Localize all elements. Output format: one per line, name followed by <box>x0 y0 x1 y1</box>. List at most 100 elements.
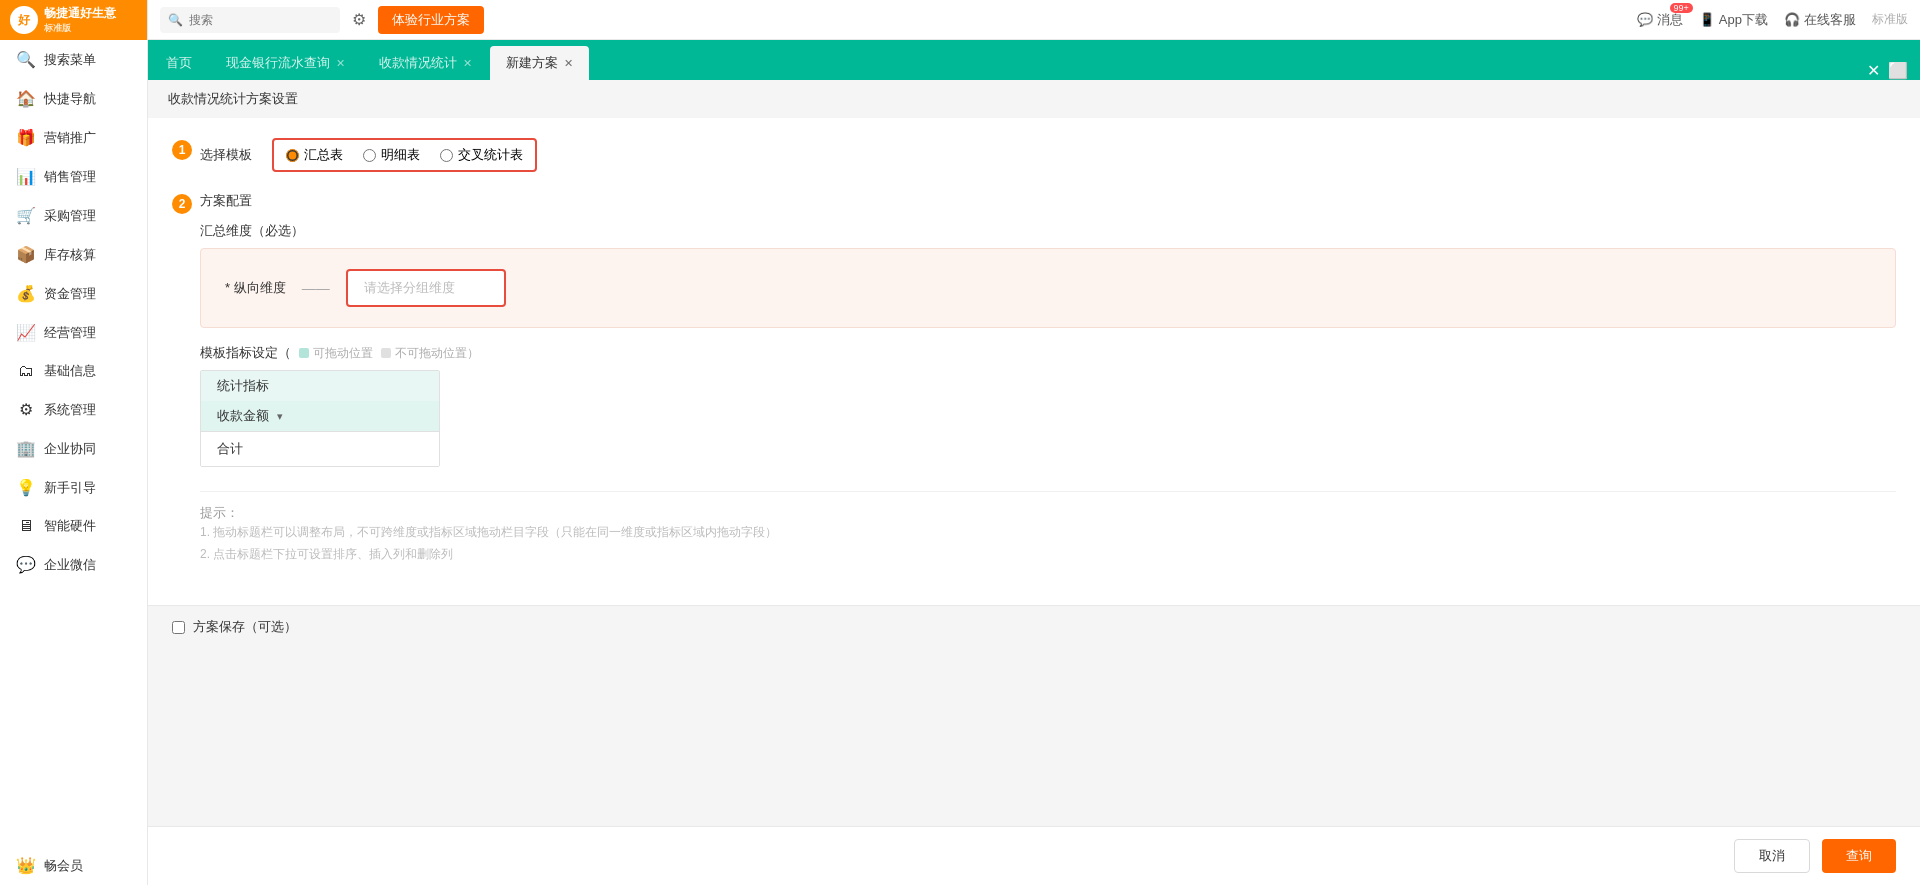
tab-close-receipt[interactable]: ✕ <box>463 57 472 70</box>
sidebar-item-operations[interactable]: 📈 经营管理 <box>0 313 147 352</box>
headset-icon: 🎧 <box>1784 12 1800 27</box>
movable-dot <box>299 348 309 358</box>
option-summary[interactable]: 汇总表 <box>286 146 343 164</box>
step1-content: 选择模板 汇总表 明细表 交叉统计表 <box>200 138 537 172</box>
option-detail[interactable]: 明细表 <box>363 146 420 164</box>
step2-num: 2 <box>172 194 192 214</box>
tab-close-new-plan[interactable]: ✕ <box>564 57 573 70</box>
footer-buttons: 取消 查询 <box>148 826 1920 885</box>
tips-title: 提示： <box>200 505 239 520</box>
search-icon: 🔍 <box>16 50 36 69</box>
download-icon: 📱 <box>1699 12 1715 27</box>
radio-cross[interactable] <box>440 149 453 162</box>
page-title: 收款情况统计方案设置 <box>148 80 1920 118</box>
folder-icon: 🗂 <box>16 362 36 380</box>
sidebar-item-enterprise[interactable]: 🏢 企业协同 <box>0 429 147 468</box>
option-cross[interactable]: 交叉统计表 <box>440 146 523 164</box>
sidebar-item-inventory[interactable]: 📦 库存核算 <box>0 235 147 274</box>
tab-receipt-stats[interactable]: 收款情况统计 ✕ <box>363 46 488 80</box>
step1-num: 1 <box>172 140 192 160</box>
metrics-total-cell: 合计 <box>201 431 439 466</box>
trending-icon: 📈 <box>16 323 36 342</box>
message-icon: 💬 <box>1637 12 1653 27</box>
logo-text: 畅捷通好生意 <box>44 5 116 22</box>
metrics-table-header: 统计指标 <box>201 371 439 401</box>
fixed-dot <box>381 348 391 358</box>
sidebar-logo: 好 畅捷通好生意 标准版 <box>0 0 147 40</box>
dimension-selector[interactable]: 请选择分组维度 <box>346 269 506 307</box>
sidebar-item-basic-info[interactable]: 🗂 基础信息 <box>0 352 147 390</box>
box-icon: 📦 <box>16 245 36 264</box>
topbar-search-icon: 🔍 <box>168 13 183 27</box>
tabs-actions: ✕ ⬜ <box>1855 61 1920 80</box>
dimension-title: 汇总维度（必选） <box>200 222 1896 240</box>
tips-section: 提示： 1. 拖动标题栏可以调整布局，不可跨维度或指标区域拖动栏目字段（只能在同… <box>200 491 1896 565</box>
fixed-indicator: 不可拖动位置） <box>381 345 479 362</box>
main-content: 🔍 ⚙ 体验行业方案 💬 消息 99+ 📱 App下载 🎧 在线客服 标准版 首… <box>148 0 1920 885</box>
building-icon: 🏢 <box>16 439 36 458</box>
chat-icon: 💬 <box>16 555 36 574</box>
query-button[interactable]: 查询 <box>1822 839 1896 873</box>
form-container: 1 选择模板 汇总表 明细表 交叉统 <box>148 118 1920 605</box>
topbar: 🔍 ⚙ 体验行业方案 💬 消息 99+ 📱 App下载 🎧 在线客服 标准版 <box>148 0 1920 40</box>
sidebar-item-quick-nav[interactable]: 🏠 快捷导航 <box>0 79 147 118</box>
vertical-label: * 纵向维度 <box>225 279 286 297</box>
dimension-box: * 纵向维度 —— 请选择分组维度 <box>200 248 1896 328</box>
close-window-icon[interactable]: ✕ <box>1867 61 1880 80</box>
metrics-title: 模板指标设定（ <box>200 344 291 362</box>
step1-label: 选择模板 <box>200 146 252 164</box>
sidebar: 好 畅捷通好生意 标准版 🔍 搜索菜单 🏠 快捷导航 🎁 营销推广 📊 销售管理… <box>0 0 148 885</box>
sidebar-item-search-menu[interactable]: 🔍 搜索菜单 <box>0 40 147 79</box>
industry-btn[interactable]: 体验行业方案 <box>378 6 484 34</box>
sidebar-item-finance[interactable]: 💰 资金管理 <box>0 274 147 313</box>
crown-icon: 👑 <box>16 856 36 875</box>
movable-indicator: 可拖动位置 <box>299 345 373 362</box>
download-link[interactable]: 📱 App下载 <box>1699 11 1768 29</box>
logo-icon: 好 <box>10 6 38 34</box>
sidebar-item-sales[interactable]: 📊 销售管理 <box>0 157 147 196</box>
tab-new-plan[interactable]: 新建方案 ✕ <box>490 46 589 80</box>
settings-icon[interactable]: ⚙ <box>352 10 366 29</box>
radio-detail[interactable] <box>363 149 376 162</box>
step-1: 1 选择模板 汇总表 明细表 交叉统 <box>172 138 1896 172</box>
metrics-dropdown-row[interactable]: 收款金额 ▾ <box>201 401 439 431</box>
tab-bar: 首页 现金银行流水查询 ✕ 收款情况统计 ✕ 新建方案 ✕ ✕ ⬜ <box>148 40 1920 80</box>
radio-summary[interactable] <box>286 149 299 162</box>
topbar-search[interactable]: 🔍 <box>160 7 340 33</box>
metrics-table: 统计指标 收款金额 ▾ 合计 <box>200 370 440 467</box>
sidebar-item-guide[interactable]: 💡 新手引导 <box>0 468 147 507</box>
tab-cashflow[interactable]: 现金银行流水查询 ✕ <box>210 46 361 80</box>
sidebar-item-purchase[interactable]: 🛒 采购管理 <box>0 196 147 235</box>
notification-badge[interactable]: 💬 消息 99+ <box>1637 11 1683 29</box>
sidebar-item-hardware[interactable]: 🖥 智能硬件 <box>0 507 147 545</box>
template-options: 汇总表 明细表 交叉统计表 <box>272 138 537 172</box>
step-2: 2 方案配置 汇总维度（必选） * 纵向维度 —— 请选择分组维度 <box>172 192 1896 565</box>
sidebar-item-wechat[interactable]: 💬 企业微信 <box>0 545 147 584</box>
logo-tag: 标准版 <box>44 22 116 35</box>
metrics-hint-row: 模板指标设定（ 可拖动位置 不可拖动位置） <box>200 344 1896 362</box>
dimension-config: 汇总维度（必选） * 纵向维度 —— 请选择分组维度 <box>200 222 1896 565</box>
cancel-button[interactable]: 取消 <box>1734 839 1810 873</box>
user-name: 标准版 <box>1872 11 1908 28</box>
metrics-section: 模板指标设定（ 可拖动位置 不可拖动位置） <box>200 344 1896 565</box>
monitor-icon: 🖥 <box>16 517 36 535</box>
money-icon: 💰 <box>16 284 36 303</box>
chevron-down-icon: ▾ <box>277 410 283 423</box>
service-link[interactable]: 🎧 在线客服 <box>1784 11 1856 29</box>
bulb-icon: 💡 <box>16 478 36 497</box>
gift-icon: 🎁 <box>16 128 36 147</box>
sidebar-item-marketing[interactable]: 🎁 营销推广 <box>0 118 147 157</box>
save-checkbox[interactable] <box>172 621 185 634</box>
search-input[interactable] <box>189 13 329 27</box>
tips-line-2: 2. 点击标题栏下拉可设置排序、插入列和删除列 <box>200 544 1896 566</box>
tab-close-cashflow[interactable]: ✕ <box>336 57 345 70</box>
tips-line-1: 1. 拖动标题栏可以调整布局，不可跨维度或指标区域拖动栏目字段（只能在同一维度或… <box>200 522 1896 544</box>
topbar-right: 💬 消息 99+ 📱 App下载 🎧 在线客服 标准版 <box>1637 11 1908 29</box>
arrow-icon: —— <box>302 280 330 296</box>
maximize-icon[interactable]: ⬜ <box>1888 61 1908 80</box>
save-section: 方案保存（可选） <box>148 605 1920 648</box>
chart-icon: 📊 <box>16 167 36 186</box>
sidebar-item-system[interactable]: ⚙ 系统管理 <box>0 390 147 429</box>
tab-home[interactable]: 首页 <box>150 46 208 80</box>
sidebar-item-member[interactable]: 👑 畅会员 <box>0 846 147 885</box>
